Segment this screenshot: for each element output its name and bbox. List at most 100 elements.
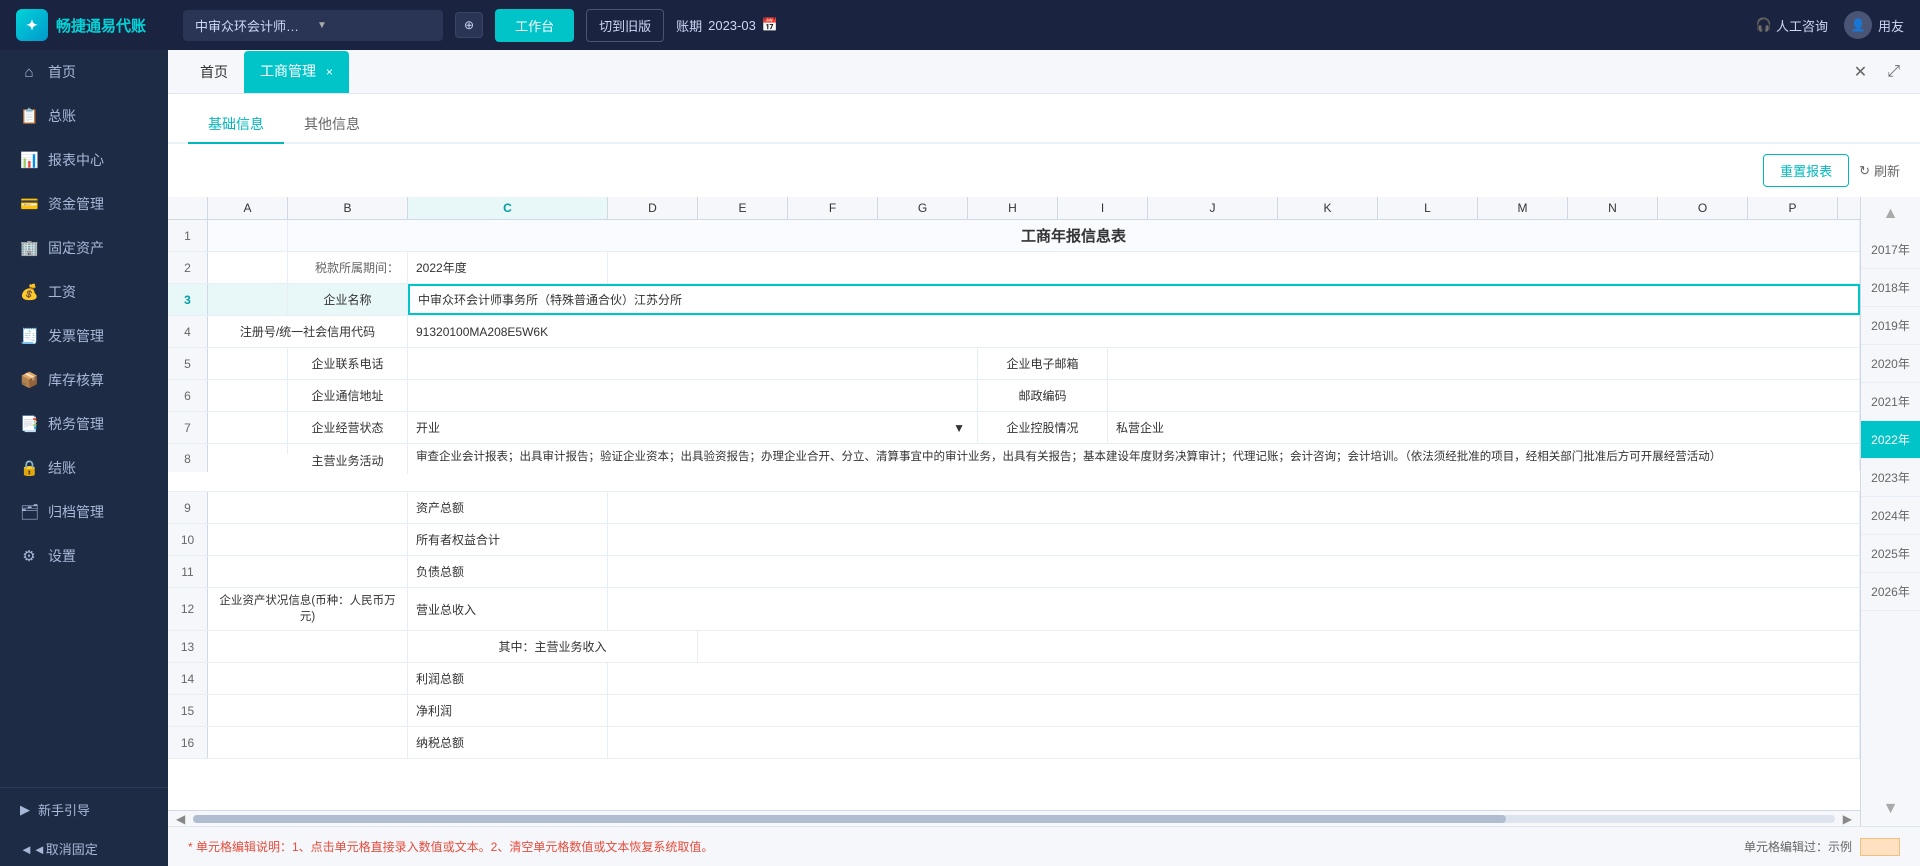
scroll-track[interactable]	[193, 815, 1835, 823]
scroll-thumb[interactable]	[193, 815, 1506, 823]
cell-7-j[interactable]: 企业控股情况	[978, 412, 1108, 443]
year-item-2017[interactable]: 2017年	[1861, 231, 1920, 269]
cell-2-c[interactable]: 2022年度	[408, 252, 608, 283]
cell-2-rest[interactable]	[608, 252, 1860, 283]
cell-15-a[interactable]	[208, 695, 288, 726]
year-item-2025[interactable]: 2025年	[1861, 535, 1920, 573]
cell-8-b[interactable]: 主营业务活动	[288, 444, 408, 474]
cell-8-activity[interactable]: 审查企业会计报表；出具审计报告；验证企业资本；出具验资报告；办理企业合开、分立、…	[408, 444, 1860, 471]
year-item-2018[interactable]: 2018年	[1861, 269, 1920, 307]
cell-11-d[interactable]	[608, 556, 1860, 587]
cell-14-a[interactable]	[208, 663, 288, 694]
cell-6-a[interactable]	[208, 380, 288, 411]
year-panel-down-arrow[interactable]: ▼	[1879, 796, 1903, 822]
cell-4-ab[interactable]: 注册号/统一社会信用代码	[208, 316, 408, 347]
cell-14-c[interactable]: 利润总额	[408, 663, 608, 694]
cell-3-a[interactable]	[208, 284, 288, 315]
cell-6-c[interactable]	[408, 380, 978, 411]
cell-14-d[interactable]	[608, 663, 1860, 694]
cell-3-company[interactable]: 中审众环会计师事务所（特殊普通合伙）江苏分所	[408, 284, 1860, 315]
expand-icon[interactable]: ⤢	[1883, 59, 1904, 85]
year-item-2023[interactable]: 2023年	[1861, 459, 1920, 497]
year-item-2024[interactable]: 2024年	[1861, 497, 1920, 535]
service-button[interactable]: 🎧 人工咨询	[1756, 16, 1828, 35]
year-item-2019[interactable]: 2019年	[1861, 307, 1920, 345]
cell-7-status[interactable]: 开业 ▼	[408, 412, 978, 443]
cell-3-b[interactable]: 企业名称	[288, 284, 408, 315]
cell-15-c[interactable]: 净利润	[408, 695, 608, 726]
refresh-button[interactable]: ↻ 刷新	[1859, 161, 1900, 180]
cell-9-d[interactable]	[608, 492, 1860, 523]
cell-12-c[interactable]: 营业总收入	[408, 588, 608, 630]
sub-tab-other[interactable]: 其他信息	[284, 106, 380, 144]
sidebar-item-tax[interactable]: 📑 税务管理	[0, 402, 168, 446]
cell-2-b[interactable]: 税款所属期间：	[288, 252, 408, 283]
sidebar-item-invoice[interactable]: 🧾 发票管理	[0, 314, 168, 358]
scroll-left-button[interactable]: ◀	[172, 810, 189, 827]
cell-16-c[interactable]: 纳税总额	[408, 727, 608, 758]
cell-12-d[interactable]	[608, 588, 1860, 630]
cell-5-a[interactable]	[208, 348, 288, 379]
copy-button[interactable]: ⊕	[455, 12, 483, 38]
sidebar-item-payroll[interactable]: 💰 工资	[0, 270, 168, 314]
cell-5-k[interactable]	[1108, 348, 1860, 379]
status-dropdown[interactable]: ▼	[953, 421, 965, 435]
cell-7-b[interactable]: 企业经营状态	[288, 412, 408, 443]
bottom-scrollbar[interactable]: ◀ ▶	[168, 810, 1860, 826]
close-icon[interactable]: ✕	[1850, 58, 1871, 86]
year-panel-up-arrow[interactable]: ▲	[1879, 201, 1903, 227]
sidebar-item-archive[interactable]: 🗂 归档管理	[0, 490, 168, 534]
cell-9-c[interactable]: 资产总额	[408, 492, 608, 523]
sidebar-item-settings[interactable]: ⚙ 设置	[0, 534, 168, 578]
cell-6-j[interactable]: 邮政编码	[978, 380, 1108, 411]
company-selector[interactable]: 中审众环会计师事务所（特殊普通合伙... ▼	[183, 10, 443, 41]
year-item-2020[interactable]: 2020年	[1861, 345, 1920, 383]
year-item-2026[interactable]: 2026年	[1861, 573, 1920, 611]
cell-16-d[interactable]	[608, 727, 1860, 758]
sidebar-item-ledger[interactable]: 📋 总账	[0, 94, 168, 138]
calendar-icon[interactable]: 📅	[762, 17, 778, 33]
tab-business[interactable]: 工商管理 ×	[244, 51, 349, 93]
user-area[interactable]: 👤 用友	[1844, 11, 1904, 39]
cell-1-a[interactable]	[208, 220, 288, 251]
grid-body[interactable]: 1 工商年报信息表 2 税款所属期间： 2022年度	[168, 220, 1860, 810]
tab-close-icon[interactable]: ×	[326, 65, 333, 79]
cell-5-j[interactable]: 企业电子邮箱	[978, 348, 1108, 379]
year-item-2022[interactable]: 2022年	[1861, 421, 1920, 459]
reset-report-button[interactable]: 重置报表	[1763, 154, 1849, 187]
workbench-button[interactable]: 工作台	[495, 9, 574, 42]
sub-tab-basic[interactable]: 基础信息	[188, 106, 284, 144]
cell-7-k[interactable]: 私营企业	[1108, 412, 1860, 443]
year-item-2021[interactable]: 2021年	[1861, 383, 1920, 421]
sidebar-item-reports[interactable]: 📊 报表中心	[0, 138, 168, 182]
cell-11-a[interactable]	[208, 556, 288, 587]
tab-home[interactable]: 首页	[184, 52, 244, 92]
cell-6-k[interactable]	[1108, 380, 1860, 411]
cell-4-c[interactable]: 91320100MA208E5W6K	[408, 316, 1860, 347]
cell-5-b[interactable]: 企业联系电话	[288, 348, 408, 379]
sidebar-item-closing[interactable]: 🔒 结账	[0, 446, 168, 490]
cell-11-c[interactable]: 负债总额	[408, 556, 608, 587]
cell-2-a[interactable]	[208, 252, 288, 283]
cell-12-ab[interactable]: 企业资产状况信息(币种：人民币万元)	[208, 588, 408, 630]
sidebar-item-home[interactable]: ⌂ 首页	[0, 50, 168, 94]
cell-5-c[interactable]	[408, 348, 978, 379]
cell-6-b[interactable]: 企业通信地址	[288, 380, 408, 411]
new-user-guide[interactable]: ▶ 新手引导	[0, 787, 168, 831]
cell-9-a[interactable]	[208, 492, 288, 523]
sidebar-item-inventory[interactable]: 📦 库存核算	[0, 358, 168, 402]
cell-1-title[interactable]: 工商年报信息表	[288, 220, 1860, 251]
cell-10-a[interactable]	[208, 524, 288, 555]
cell-10-c[interactable]: 所有者权益合计	[408, 524, 608, 555]
cell-13-cd[interactable]: 其中：主营业务收入	[408, 631, 698, 662]
sidebar-item-finance[interactable]: 💳 资金管理	[0, 182, 168, 226]
cell-13-a[interactable]	[208, 631, 288, 662]
cell-15-d[interactable]	[608, 695, 1860, 726]
unpin-button[interactable]: ◄◄取消固定	[0, 831, 168, 866]
cell-8-a[interactable]	[208, 444, 288, 454]
cell-13-e[interactable]	[698, 631, 1860, 662]
old-version-button[interactable]: 切到旧版	[586, 9, 664, 42]
cell-10-d[interactable]	[608, 524, 1860, 555]
cell-16-a[interactable]	[208, 727, 288, 758]
scroll-right-button[interactable]: ▶	[1839, 810, 1856, 827]
